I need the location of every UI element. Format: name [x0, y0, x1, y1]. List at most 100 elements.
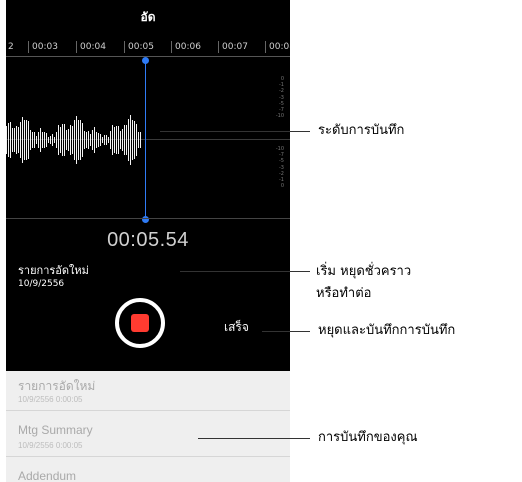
waveform-bar	[62, 124, 63, 156]
waveform-bar	[138, 131, 139, 149]
callout-line-recordings	[198, 438, 310, 439]
timeline-tick: 00:04	[76, 41, 106, 53]
callout-line-level	[160, 131, 310, 132]
waveform-bar	[20, 122, 21, 158]
callout-recording-level: ระดับการบันทึก	[318, 123, 405, 138]
waveform-bar	[132, 119, 133, 160]
waveform-bar	[6, 126, 7, 154]
waveform-bar	[108, 137, 109, 143]
record-pause-button[interactable]	[115, 298, 165, 348]
waveform-bar	[88, 131, 89, 149]
waveform-bar	[8, 122, 9, 158]
waveform-bar	[126, 124, 127, 156]
waveform-bar	[100, 134, 101, 146]
waveform-bar	[22, 117, 23, 163]
recordings-list: รายการอัดใหม่ 10/9/2556 0:00:05 Mtg Summ…	[6, 371, 290, 482]
waveform-bar	[118, 125, 119, 155]
waveform-bar	[38, 132, 39, 148]
waveform-bar	[36, 136, 37, 144]
list-item[interactable]: รายการอัดใหม่ 10/9/2556 0:00:05	[6, 371, 290, 411]
waveform-bar	[66, 129, 67, 151]
waveform-bar	[32, 132, 33, 148]
waveform-bar	[10, 121, 11, 159]
waveform-bar	[94, 126, 95, 154]
level-scale-label: -10	[275, 113, 284, 120]
list-item-meta: 10/9/2556 0:00:05	[18, 395, 83, 404]
waveform-bar	[70, 125, 71, 155]
waveform-bar	[54, 137, 55, 143]
waveform-bar	[104, 135, 105, 145]
waveform-bar	[98, 132, 99, 148]
waveform-bar	[96, 131, 97, 149]
waveform-bar	[30, 130, 31, 150]
timeline-ruler[interactable]: 2 00:03 00:04 00:05 00:06 00:07 00:08	[6, 40, 290, 57]
waveform-bar	[28, 121, 29, 159]
callout-line-stop	[262, 331, 310, 332]
elapsed-time: 00:05.54	[107, 229, 189, 251]
waveform-bar	[106, 134, 107, 146]
level-scale-label: 0	[280, 183, 284, 190]
recording-name[interactable]: รายการอัดใหม่	[18, 261, 89, 279]
waveform-bar	[46, 132, 47, 148]
waveform-bar	[76, 115, 77, 165]
list-item-name: รายการอัดใหม่	[18, 379, 96, 393]
waveform-bar	[34, 132, 35, 148]
waveform-bar	[136, 123, 137, 157]
waveform-bar	[120, 131, 121, 149]
playhead-top-handle[interactable]	[142, 57, 149, 64]
timeline-tick: 00:03	[28, 41, 58, 53]
callout-your-recordings: การบันทึกของคุณ	[318, 430, 418, 445]
playhead[interactable]	[142, 57, 149, 223]
waveform-bar	[82, 122, 83, 158]
audio-waveform	[6, 62, 156, 220]
recording-date: 10/9/2556	[18, 279, 65, 289]
waveform-bar	[44, 131, 45, 149]
list-item[interactable]: Addendum	[6, 463, 290, 482]
stop-icon	[131, 314, 149, 332]
waveform-bar	[26, 119, 27, 161]
waveform-bar	[16, 125, 17, 155]
waveform-bar	[56, 131, 57, 149]
callout-line-start	[180, 271, 310, 272]
divider	[6, 218, 290, 219]
waveform-area: 0 -1 -2 -3 -5 -7 -10 -10 -7 -5 -3 -2 -1 …	[6, 62, 290, 220]
level-scale-lower: -10 -7 -5 -3 -2 -1 0	[264, 146, 284, 189]
waveform-bar	[50, 135, 51, 145]
waveform-bar	[58, 125, 59, 155]
timeline-tick: 2	[8, 42, 14, 52]
waveform-bar	[64, 123, 65, 157]
waveform-bar	[102, 137, 103, 143]
waveform-bar	[72, 126, 73, 154]
waveform-bar	[86, 132, 87, 148]
waveform-bar	[78, 119, 79, 161]
list-item[interactable]: Mtg Summary 10/9/2556 0:00:05	[6, 417, 290, 457]
waveform-bar	[24, 119, 25, 161]
timeline-tick: 00:05	[124, 41, 154, 53]
waveform-bar	[12, 127, 13, 153]
waveform-bar	[90, 134, 91, 146]
done-button[interactable]: เสร็จ	[224, 318, 249, 337]
waveform-bar	[68, 128, 69, 152]
timeline-tick: 00:06	[171, 41, 201, 53]
waveform-bar	[114, 127, 115, 153]
callout-start-pause-line1: เริ่ม หยุดชั่วคราว	[316, 264, 412, 279]
waveform-bar	[74, 120, 75, 160]
waveform-bar	[18, 127, 19, 153]
waveform-bar	[60, 126, 61, 154]
list-item-name: Addendum	[18, 469, 77, 482]
waveform-bar	[124, 124, 125, 156]
waveform-bar	[48, 137, 49, 143]
waveform-bar	[130, 115, 131, 165]
waveform-bar	[110, 130, 111, 150]
waveform-bar	[140, 131, 141, 149]
waveform-bar	[40, 128, 41, 152]
waveform-bar	[84, 131, 85, 149]
waveform-bar	[42, 131, 43, 149]
waveform-bar	[14, 127, 15, 153]
waveform-bar	[80, 120, 81, 160]
waveform-bar	[112, 124, 113, 156]
voice-memos-screen: อัด 2 00:03 00:04 00:05 00:06 00:07 00:0…	[6, 0, 290, 482]
screen-title: อัด	[140, 10, 156, 24]
waveform-bar	[128, 119, 129, 161]
waveform-bar	[134, 121, 135, 159]
